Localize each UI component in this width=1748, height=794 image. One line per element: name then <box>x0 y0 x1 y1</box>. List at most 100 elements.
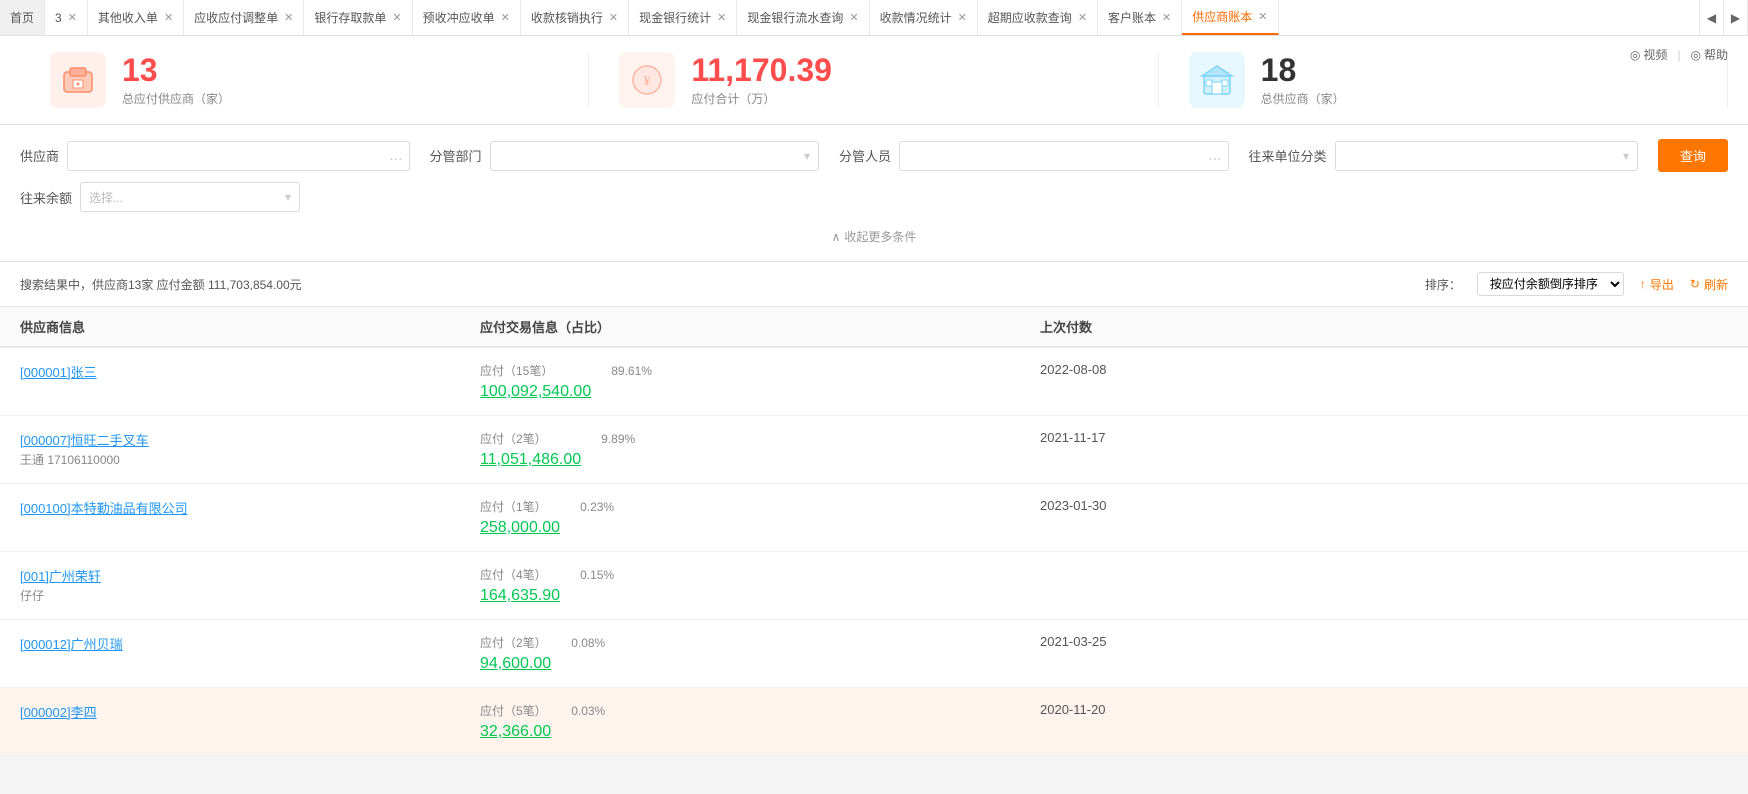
nav-tab-ar-ap-close[interactable]: ✕ <box>284 11 293 24</box>
supplier-link-4[interactable]: [000012]广州贝瑞 <box>20 634 480 653</box>
nav-tab-cash-flow-close[interactable]: ✕ <box>849 11 858 24</box>
total-number: 11,170.39 <box>691 54 832 86</box>
table-row[interactable]: [000002]李四 应付（5笔） 32,366.00 0.03% 2020-1… <box>0 688 1748 756</box>
transaction-col-5: 应付（5笔） 32,366.00 0.03% <box>480 702 1040 741</box>
transaction-amount-0[interactable]: 100,092,540.00 <box>480 383 591 401</box>
supplier-link-5[interactable]: [000002]李四 <box>20 702 480 721</box>
sort-select[interactable]: 按应付余额倒序排序 <box>1477 272 1624 296</box>
nav-tab-receipt-stat[interactable]: 收款情况统计 ✕ <box>870 0 978 35</box>
transaction-col-4: 应付（2笔） 94,600.00 0.08% <box>480 634 1040 673</box>
nav-tab-ar-ap[interactable]: 应收应付调整单 ✕ <box>184 0 304 35</box>
nav-tab-supplier[interactable]: 供应商账本 ✕ <box>1182 0 1278 35</box>
video-link[interactable]: ◎ 视频 <box>1630 46 1668 63</box>
shop-icon <box>1189 52 1245 108</box>
last-pay-col-5: 2020-11-20 <box>1040 702 1728 717</box>
transaction-info-5: 应付（5笔） 32,366.00 0.03% <box>480 702 1040 741</box>
col-header-supplier: 供应商信息 <box>20 317 480 336</box>
nav-tab-cash-flow[interactable]: 现金银行流水查询 ✕ <box>737 0 869 35</box>
nav-tab-customer-close[interactable]: ✕ <box>1162 11 1171 24</box>
supplier-input-wrapper[interactable]: ... <box>67 141 409 171</box>
supplier-link-2[interactable]: [000100]本特勤油品有限公司 <box>20 498 480 517</box>
nav-left-arrow[interactable]: ◀ <box>1700 0 1724 36</box>
nav-tab-cash-flow-label: 现金银行流水查询 <box>747 9 843 26</box>
table-row[interactable]: [000007]恒旺二手叉车 王通 17106110000 应付（2笔） 11,… <box>0 416 1748 484</box>
nav-tab-supplier-close[interactable]: ✕ <box>1258 10 1267 23</box>
nav-tab-receipt-stat-close[interactable]: ✕ <box>958 11 967 24</box>
transaction-label-2: 应付（1笔） <box>480 498 560 515</box>
nav-tab-other-income[interactable]: 其他收入单 ✕ <box>88 0 184 35</box>
nav-tab-cash-stat[interactable]: 现金银行统计 ✕ <box>629 0 737 35</box>
table-row[interactable]: [000100]本特勤油品有限公司 应付（1笔） 258,000.00 0.23… <box>0 484 1748 552</box>
category-chevron-icon: ▾ <box>1623 149 1629 163</box>
nav-tab-prepay[interactable]: 预收冲应收单 ✕ <box>413 0 521 35</box>
transaction-amount-1[interactable]: 11,051,486.00 <box>480 451 581 469</box>
nav-tab-collection-close[interactable]: ✕ <box>609 11 618 24</box>
collapse-button[interactable]: ∧ 收起更多条件 <box>20 222 1728 251</box>
search-button[interactable]: 查询 <box>1658 139 1728 172</box>
balance-chevron-icon: ▾ <box>285 190 291 204</box>
transaction-amount-5[interactable]: 32,366.00 <box>480 723 551 741</box>
supplier-link-3[interactable]: [001]广州荣轩 <box>20 566 480 585</box>
nav-tab-receipt-stat-label: 收款情况统计 <box>880 9 952 26</box>
last-pay-col-2: 2023-01-30 <box>1040 498 1728 513</box>
balance-filter-label: 往来余额 <box>20 188 72 207</box>
export-icon: ↑ <box>1640 277 1646 291</box>
nav-tab-3-close[interactable]: ✕ <box>68 11 77 24</box>
supplier-link-0[interactable]: [000001]张三 <box>20 362 480 381</box>
person-input-wrapper[interactable]: ... <box>899 141 1228 171</box>
nav-tab-bank[interactable]: 银行存取款单 ✕ <box>304 0 412 35</box>
person-filter-label: 分管人员 <box>839 146 891 165</box>
transaction-pct-col-1: 9.89% <box>601 430 635 446</box>
transaction-amount-4[interactable]: 94,600.00 <box>480 655 551 673</box>
dept-filter-label: 分管部门 <box>430 146 482 165</box>
export-label: 导出 <box>1650 276 1674 293</box>
table-row[interactable]: [001]广州荣轩 仔仔 应付（4笔） 164,635.90 0.15% <box>0 552 1748 620</box>
transaction-label-3: 应付（4笔） <box>480 566 560 583</box>
nav-tab-prepay-label: 预收冲应收单 <box>423 9 495 26</box>
supplier-link-1[interactable]: [000007]恒旺二手叉车 <box>20 430 480 449</box>
nav-tab-other-income-close[interactable]: ✕ <box>164 11 173 24</box>
last-pay-col-0: 2022-08-08 <box>1040 362 1728 377</box>
nav-tab-overdue[interactable]: 超期应收款查询 ✕ <box>978 0 1098 35</box>
table-row[interactable]: [000001]张三 应付（15笔） 100,092,540.00 89.61%… <box>0 348 1748 416</box>
table-body: [000001]张三 应付（15笔） 100,092,540.00 89.61%… <box>0 348 1748 756</box>
supplier-dots-icon[interactable]: ... <box>389 147 402 165</box>
svg-text:¥: ¥ <box>644 74 651 89</box>
transaction-detail-1: 应付（2笔） 11,051,486.00 <box>480 430 581 469</box>
help-icon: ◎ <box>1691 48 1701 62</box>
transaction-amount-3[interactable]: 164,635.90 <box>480 587 560 605</box>
nav-tab-3[interactable]: 3 ✕ <box>45 0 88 35</box>
supplier-col-0: [000001]张三 <box>20 362 480 383</box>
last-pay-date-5: 2020-11-20 <box>1040 700 1106 717</box>
transaction-amount-2[interactable]: 258,000.00 <box>480 519 560 537</box>
filter-row-1: 供应商 ... 分管部门 ▾ 分管人员 ... 往来单位分类 ▾ <box>20 139 1728 172</box>
nav-tab-prepay-close[interactable]: ✕ <box>501 11 510 24</box>
nav-tab-cash-stat-close[interactable]: ✕ <box>717 11 726 24</box>
nav-right-arrow[interactable]: ▶ <box>1724 0 1748 36</box>
transaction-col-1: 应付（2笔） 11,051,486.00 9.89% <box>480 430 1040 469</box>
balance-placeholder: 选择... <box>89 189 123 206</box>
nav-tab-bank-label: 银行存取款单 <box>314 9 386 26</box>
dept-dropdown[interactable]: ▾ <box>490 141 819 171</box>
balance-dropdown[interactable]: 选择... ▾ <box>80 182 300 212</box>
nav-tab-collection[interactable]: 收款核销执行 ✕ <box>521 0 629 35</box>
transaction-percent-3: 0.15% <box>580 568 614 582</box>
category-dropdown[interactable]: ▾ <box>1335 141 1638 171</box>
transaction-detail-0: 应付（15笔） 100,092,540.00 <box>480 362 591 401</box>
export-button[interactable]: ↑ 导出 <box>1640 276 1674 293</box>
refresh-button[interactable]: ↻ 刷新 <box>1690 276 1728 293</box>
summary-info-payable: 13 总应付供应商（家） <box>122 54 230 107</box>
help-link[interactable]: ◎ 帮助 <box>1691 46 1729 63</box>
supplier-sub-3: 仔仔 <box>20 589 44 603</box>
supplier-input[interactable] <box>74 149 389 163</box>
nav-tab-home[interactable]: 首页 <box>0 0 45 35</box>
nav-tab-customer[interactable]: 客户账本 ✕ <box>1098 0 1182 35</box>
person-dots-icon[interactable]: ... <box>1208 147 1221 165</box>
table-row[interactable]: [000012]广州贝瑞 应付（2笔） 94,600.00 0.08% 2021… <box>0 620 1748 688</box>
nav-tab-overdue-close[interactable]: ✕ <box>1078 11 1087 24</box>
person-input[interactable] <box>906 149 1208 163</box>
nav-tab-home-label: 首页 <box>10 9 34 26</box>
nav-tab-bank-close[interactable]: ✕ <box>392 11 401 24</box>
top-right-links: ◎ 视频 | ◎ 帮助 <box>1630 46 1728 63</box>
transaction-detail-2: 应付（1笔） 258,000.00 <box>480 498 560 537</box>
